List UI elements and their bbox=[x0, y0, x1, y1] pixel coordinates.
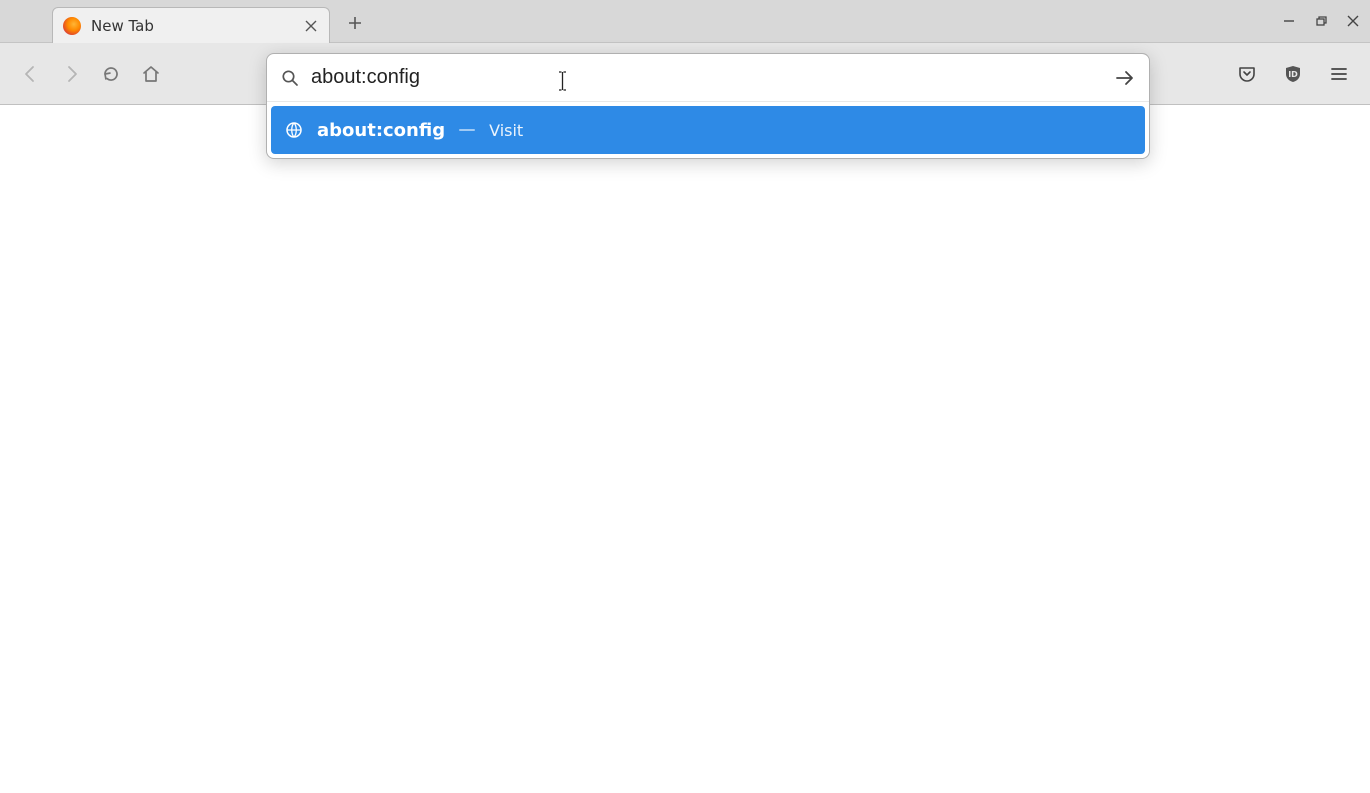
urlbar-dropdown: about:config Visit bbox=[266, 53, 1150, 159]
urlbar: about:config Visit bbox=[266, 53, 1150, 159]
window-controls bbox=[1280, 0, 1362, 42]
new-tab-button[interactable] bbox=[340, 8, 370, 38]
address-input[interactable] bbox=[311, 66, 1099, 89]
go-button[interactable] bbox=[1111, 64, 1139, 92]
suggestion-text: about:config bbox=[317, 120, 445, 141]
home-button[interactable] bbox=[134, 57, 168, 91]
firefox-logo-icon bbox=[63, 17, 81, 35]
browser-tab[interactable]: New Tab bbox=[52, 7, 330, 43]
toolbar-right-icons: ID bbox=[1230, 57, 1356, 91]
forward-button[interactable] bbox=[54, 57, 88, 91]
minimize-button[interactable] bbox=[1280, 12, 1298, 30]
close-tab-button[interactable] bbox=[303, 18, 319, 34]
close-window-button[interactable] bbox=[1344, 12, 1362, 30]
suggestion-separator bbox=[459, 129, 475, 131]
suggestion-action: Visit bbox=[489, 121, 523, 140]
tab-title: New Tab bbox=[91, 17, 293, 35]
back-button[interactable] bbox=[14, 57, 48, 91]
page-content bbox=[0, 105, 1370, 793]
ublock-button[interactable]: ID bbox=[1276, 57, 1310, 91]
navigation-toolbar: about:config Visit ID bbox=[0, 43, 1370, 105]
maximize-button[interactable] bbox=[1312, 12, 1330, 30]
pocket-button[interactable] bbox=[1230, 57, 1264, 91]
menu-button[interactable] bbox=[1322, 57, 1356, 91]
svg-text:ID: ID bbox=[1288, 70, 1298, 79]
globe-icon bbox=[285, 121, 303, 139]
reload-button[interactable] bbox=[94, 57, 128, 91]
search-icon bbox=[281, 69, 299, 87]
titlebar: New Tab bbox=[0, 0, 1370, 43]
url-suggestion[interactable]: about:config Visit bbox=[271, 106, 1145, 154]
urlbar-input-row bbox=[267, 54, 1149, 102]
